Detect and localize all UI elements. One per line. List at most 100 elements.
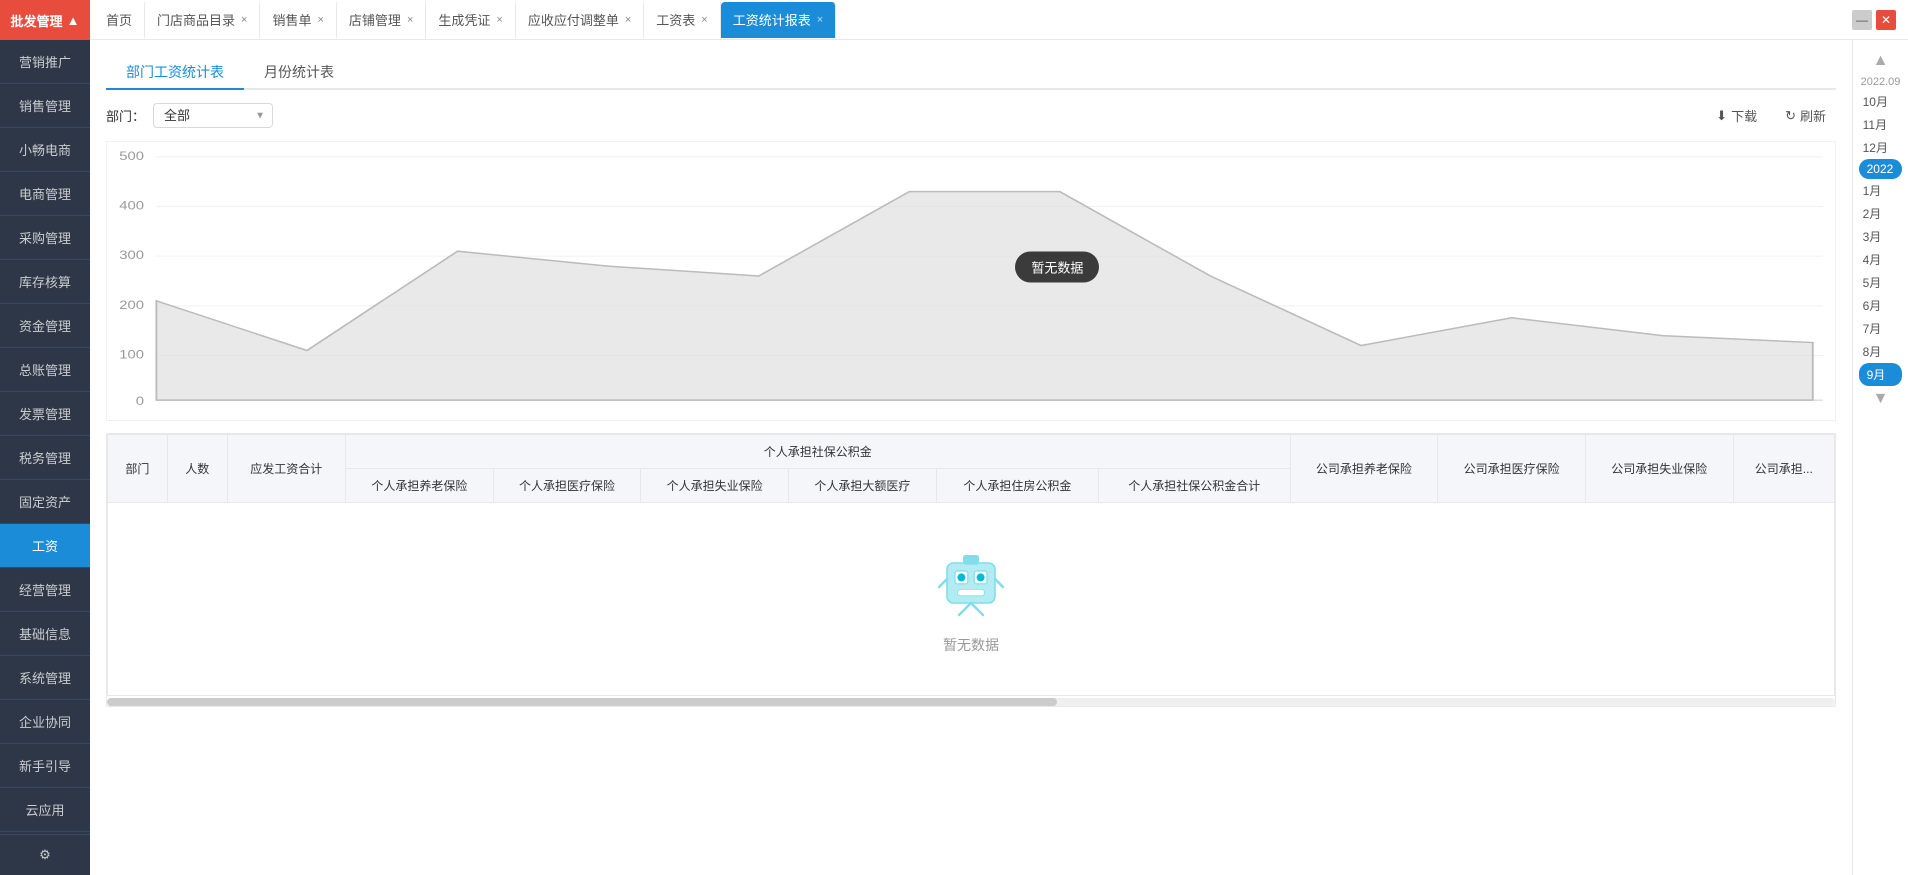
col-personal-total: 个人承担社保公积金合计 [1099, 469, 1291, 503]
tab-close-应收应付调整单[interactable]: × [625, 14, 631, 26]
sidebar-item-企业协同[interactable]: 企业协同 [0, 700, 90, 744]
minimize-button[interactable]: — [1852, 10, 1872, 30]
timeline-month-8月[interactable]: 8月 [1859, 340, 1903, 363]
sidebar-item-采购管理[interactable]: 采购管理 [0, 216, 90, 260]
svg-text:200: 200 [119, 298, 144, 311]
col-company-more: 公司承担... [1733, 435, 1834, 503]
page: 部门工资统计表 月份统计表 部门： 全部 ⬇ 下载 [90, 40, 1852, 875]
col-personal-old: 个人承担养老保险 [346, 469, 494, 503]
col-personal-unemp: 个人承担失业保险 [641, 469, 789, 503]
tab-应收应付调整单[interactable]: 应收应付调整单× [516, 2, 644, 38]
table-empty-row: 暂无数据 [108, 503, 1835, 696]
sidebar-item-经营管理[interactable]: 经营管理 [0, 568, 90, 612]
filter-label: 部门： [106, 106, 145, 125]
department-select[interactable]: 全部 [153, 103, 273, 128]
close-button[interactable]: ✕ [1876, 10, 1896, 30]
download-button[interactable]: ⬇ 下载 [1706, 102, 1767, 129]
sidebar-footer[interactable]: ⚙ [0, 834, 90, 875]
content-area: 部门工资统计表 月份统计表 部门： 全部 ⬇ 下载 [90, 40, 1908, 875]
timeline-month-2月[interactable]: 2月 [1859, 202, 1903, 225]
sub-tabs: 部门工资统计表 月份统计表 [106, 56, 1836, 90]
timeline-month-12月[interactable]: 12月 [1859, 136, 1903, 159]
main-area: 首页门店商品目录×销售单×店铺管理×生成凭证×应收应付调整单×工资表×工资统计报… [90, 0, 1908, 875]
sidebar-expand-icon: ▲ [67, 13, 80, 28]
timeline-year-2022[interactable]: 2022 [1859, 159, 1903, 179]
tab-工资统计报表[interactable]: 工资统计报表× [721, 2, 836, 38]
refresh-label: 刷新 [1800, 106, 1826, 125]
sidebar-item-资金管理[interactable]: 资金管理 [0, 304, 90, 348]
tab-bar: 首页门店商品目录×销售单×店铺管理×生成凭证×应收应付调整单×工资表×工资统计报… [90, 0, 1908, 40]
tab-首页[interactable]: 首页 [94, 2, 145, 38]
empty-icon [931, 543, 1011, 623]
empty-text: 暂无数据 [943, 635, 999, 655]
timeline-up-nav[interactable]: ▲ [1869, 48, 1893, 74]
svg-text:400: 400 [119, 199, 144, 212]
sidebar-item-总账管理[interactable]: 总账管理 [0, 348, 90, 392]
sidebar-header[interactable]: 批发管理 ▲ [0, 0, 90, 40]
download-icon: ⬇ [1716, 108, 1727, 124]
sidebar-item-云应用[interactable]: 云应用 [0, 788, 90, 832]
timeline-month-6月[interactable]: 6月 [1859, 294, 1903, 317]
svg-text:0: 0 [136, 394, 144, 407]
sidebar-item-基础信息[interactable]: 基础信息 [0, 612, 90, 656]
timeline-header[interactable]: 2022.09 [1859, 74, 1903, 90]
table-scrollbar[interactable] [107, 698, 1835, 706]
department-select-wrapper: 全部 [153, 103, 273, 128]
timeline-month-9月[interactable]: 9月 [1859, 363, 1903, 386]
table-scrollbar-thumb [107, 698, 1057, 706]
sidebar-item-新手引导[interactable]: 新手引导 [0, 744, 90, 788]
col-company-old: 公司承担养老保险 [1290, 435, 1438, 503]
sidebar-items: 营销推广销售管理小畅电商电商管理采购管理库存核算资金管理总账管理发票管理税务管理… [0, 40, 90, 832]
sidebar-item-营销推广[interactable]: 营销推广 [0, 40, 90, 84]
action-buttons: ⬇ 下载 ↻ 刷新 [1706, 102, 1836, 129]
timeline-month-11月[interactable]: 11月 [1859, 113, 1903, 136]
download-label: 下载 [1731, 106, 1757, 125]
empty-state: 暂无数据 [108, 503, 1834, 695]
tab-店铺管理[interactable]: 店铺管理× [337, 2, 426, 38]
timeline-month-7月[interactable]: 7月 [1859, 317, 1903, 340]
chart-svg: 500 400 300 200 100 0 [107, 142, 1835, 420]
timeline-month-3月[interactable]: 3月 [1859, 225, 1903, 248]
timeline-down-nav[interactable]: ▼ [1869, 386, 1893, 412]
sidebar-item-税务管理[interactable]: 税务管理 [0, 436, 90, 480]
tab-close-工资统计报表[interactable]: × [817, 14, 823, 26]
tab-close-生成凭证[interactable]: × [496, 14, 502, 26]
tab-close-销售单[interactable]: × [317, 14, 323, 26]
refresh-icon: ↻ [1785, 108, 1796, 124]
tab-销售单[interactable]: 销售单× [260, 2, 336, 38]
toolbar: 部门： 全部 ⬇ 下载 ↻ 刷新 [106, 102, 1836, 129]
tab-close-店铺管理[interactable]: × [407, 14, 413, 26]
sidebar-item-发票管理[interactable]: 发票管理 [0, 392, 90, 436]
tab-工资表[interactable]: 工资表× [644, 2, 720, 38]
window-controls: — ✕ [1852, 10, 1904, 30]
sidebar-item-工资[interactable]: 工资 [0, 524, 90, 568]
tab-close-门店商品目录[interactable]: × [241, 14, 247, 26]
sidebar-header-label: 批发管理 [11, 11, 63, 30]
timeline-month-4月[interactable]: 4月 [1859, 248, 1903, 271]
sidebar-item-销售管理[interactable]: 销售管理 [0, 84, 90, 128]
table-container: 部门 人数 应发工资合计 个人承担社保公积金 公司承担养老保险 公司承担医疗保险… [106, 433, 1836, 707]
col-personal-housing: 个人承担住房公积金 [936, 469, 1098, 503]
col-company-med: 公司承担医疗保险 [1438, 435, 1586, 503]
tabs-container: 首页门店商品目录×销售单×店铺管理×生成凭证×应收应付调整单×工资表×工资统计报… [94, 2, 836, 38]
tab-门店商品目录[interactable]: 门店商品目录× [145, 2, 260, 38]
sidebar-item-固定资产[interactable]: 固定资产 [0, 480, 90, 524]
tab-close-工资表[interactable]: × [701, 14, 707, 26]
timeline-month-5月[interactable]: 5月 [1859, 271, 1903, 294]
timeline-month-10月[interactable]: 10月 [1859, 90, 1903, 113]
settings-icon: ⚙ [39, 847, 51, 862]
sidebar-item-小畅电商[interactable]: 小畅电商 [0, 128, 90, 172]
refresh-button[interactable]: ↻ 刷新 [1775, 102, 1836, 129]
sidebar-item-电商管理[interactable]: 电商管理 [0, 172, 90, 216]
timeline-month-1月[interactable]: 1月 [1859, 179, 1903, 202]
sidebar-item-库存核算[interactable]: 库存核算 [0, 260, 90, 304]
chart-container: 500 400 300 200 100 0 [106, 141, 1836, 421]
sub-tab-department[interactable]: 部门工资统计表 [106, 56, 244, 90]
col-total-wage: 应发工资合计 [227, 435, 345, 503]
sub-tab-monthly[interactable]: 月份统计表 [244, 56, 354, 90]
sidebar-item-系统管理[interactable]: 系统管理 [0, 656, 90, 700]
filter-row: 部门： 全部 [106, 103, 273, 128]
timeline-sidebar: ▲ 2022.0910月11月12月20221月2月3月4月5月6月7月8月9月… [1852, 40, 1908, 875]
tab-生成凭证[interactable]: 生成凭证× [426, 2, 515, 38]
col-department: 部门 [108, 435, 168, 503]
